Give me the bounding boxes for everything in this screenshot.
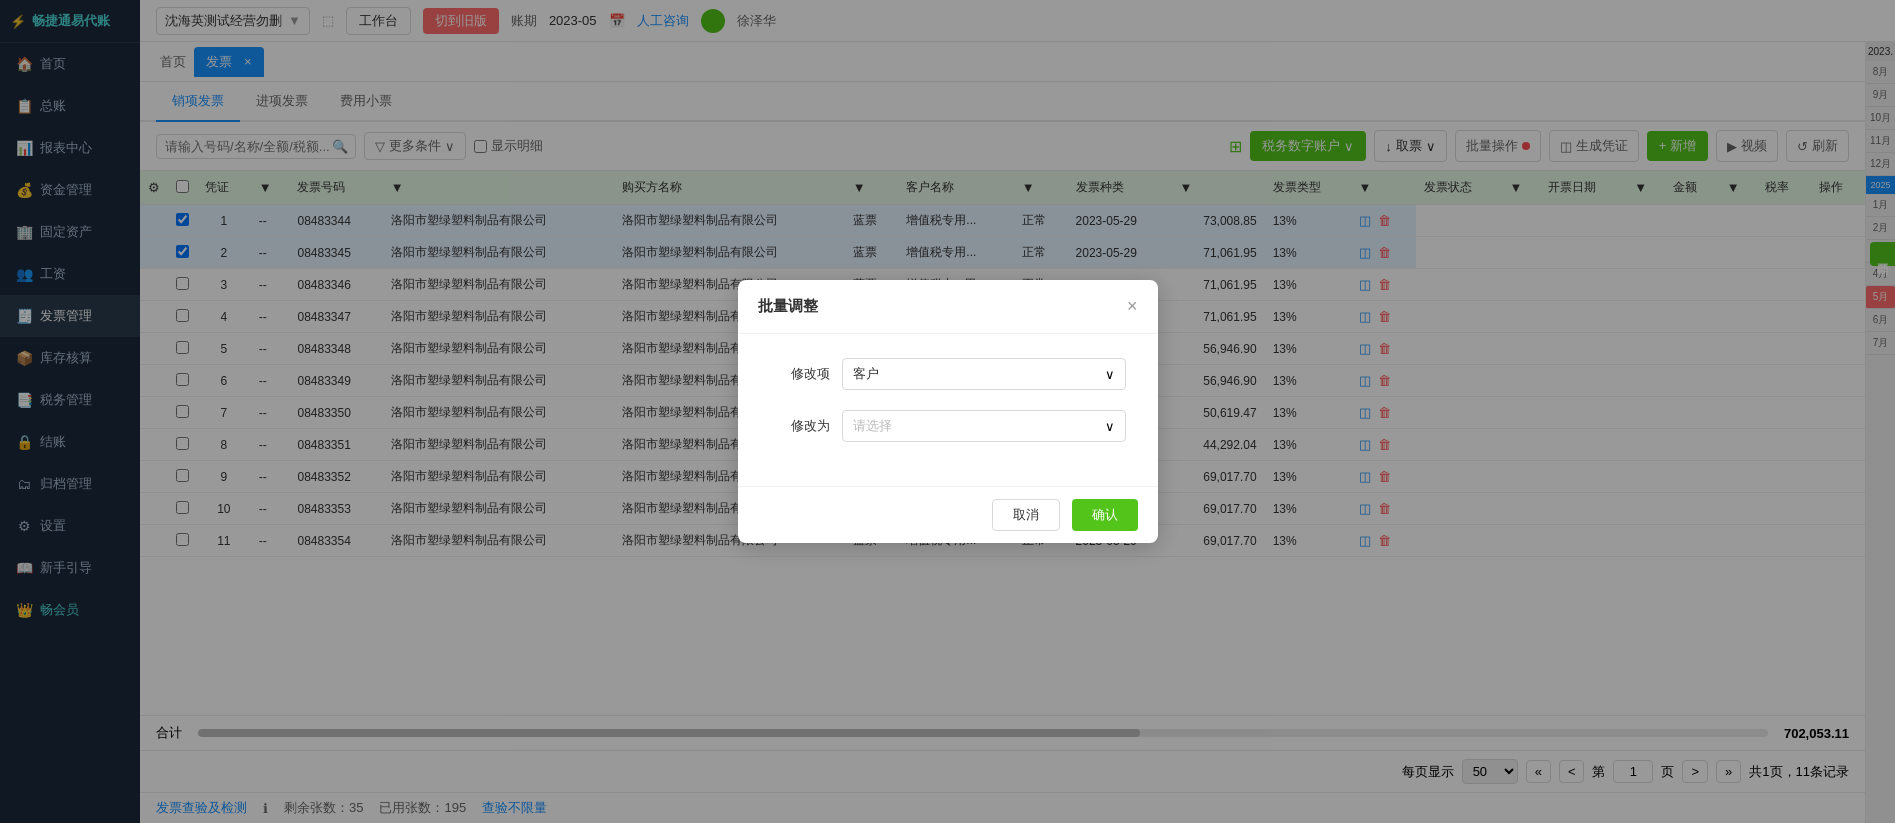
batch-adjust-dialog: 批量调整 × 修改项 客户 ∨ 修改为 请选择 ∨ 取消 确认 — [738, 280, 1158, 543]
modify-to-dropdown-icon: ∨ — [1105, 419, 1115, 434]
modify-field-dropdown-icon: ∨ — [1105, 367, 1115, 382]
modify-to-row: 修改为 请选择 ∨ — [770, 410, 1126, 442]
modify-field-select[interactable]: 客户 ∨ — [842, 358, 1126, 390]
modify-to-label: 修改为 — [770, 417, 830, 435]
dialog-overlay: 批量调整 × 修改项 客户 ∨ 修改为 请选择 ∨ 取消 确认 — [0, 0, 1895, 823]
dialog-cancel-button[interactable]: 取消 — [992, 499, 1060, 531]
modify-field-label: 修改项 — [770, 365, 830, 383]
dialog-footer: 取消 确认 — [738, 486, 1158, 543]
modify-to-placeholder: 请选择 — [853, 417, 892, 435]
dialog-header: 批量调整 × — [738, 280, 1158, 334]
dialog-close-button[interactable]: × — [1127, 296, 1138, 317]
modify-field-row: 修改项 客户 ∨ — [770, 358, 1126, 390]
dialog-body: 修改项 客户 ∨ 修改为 请选择 ∨ — [738, 334, 1158, 486]
dialog-title: 批量调整 — [758, 297, 818, 316]
modify-to-select[interactable]: 请选择 ∨ — [842, 410, 1126, 442]
modify-field-value: 客户 — [853, 365, 879, 383]
dialog-confirm-button[interactable]: 确认 — [1072, 499, 1138, 531]
